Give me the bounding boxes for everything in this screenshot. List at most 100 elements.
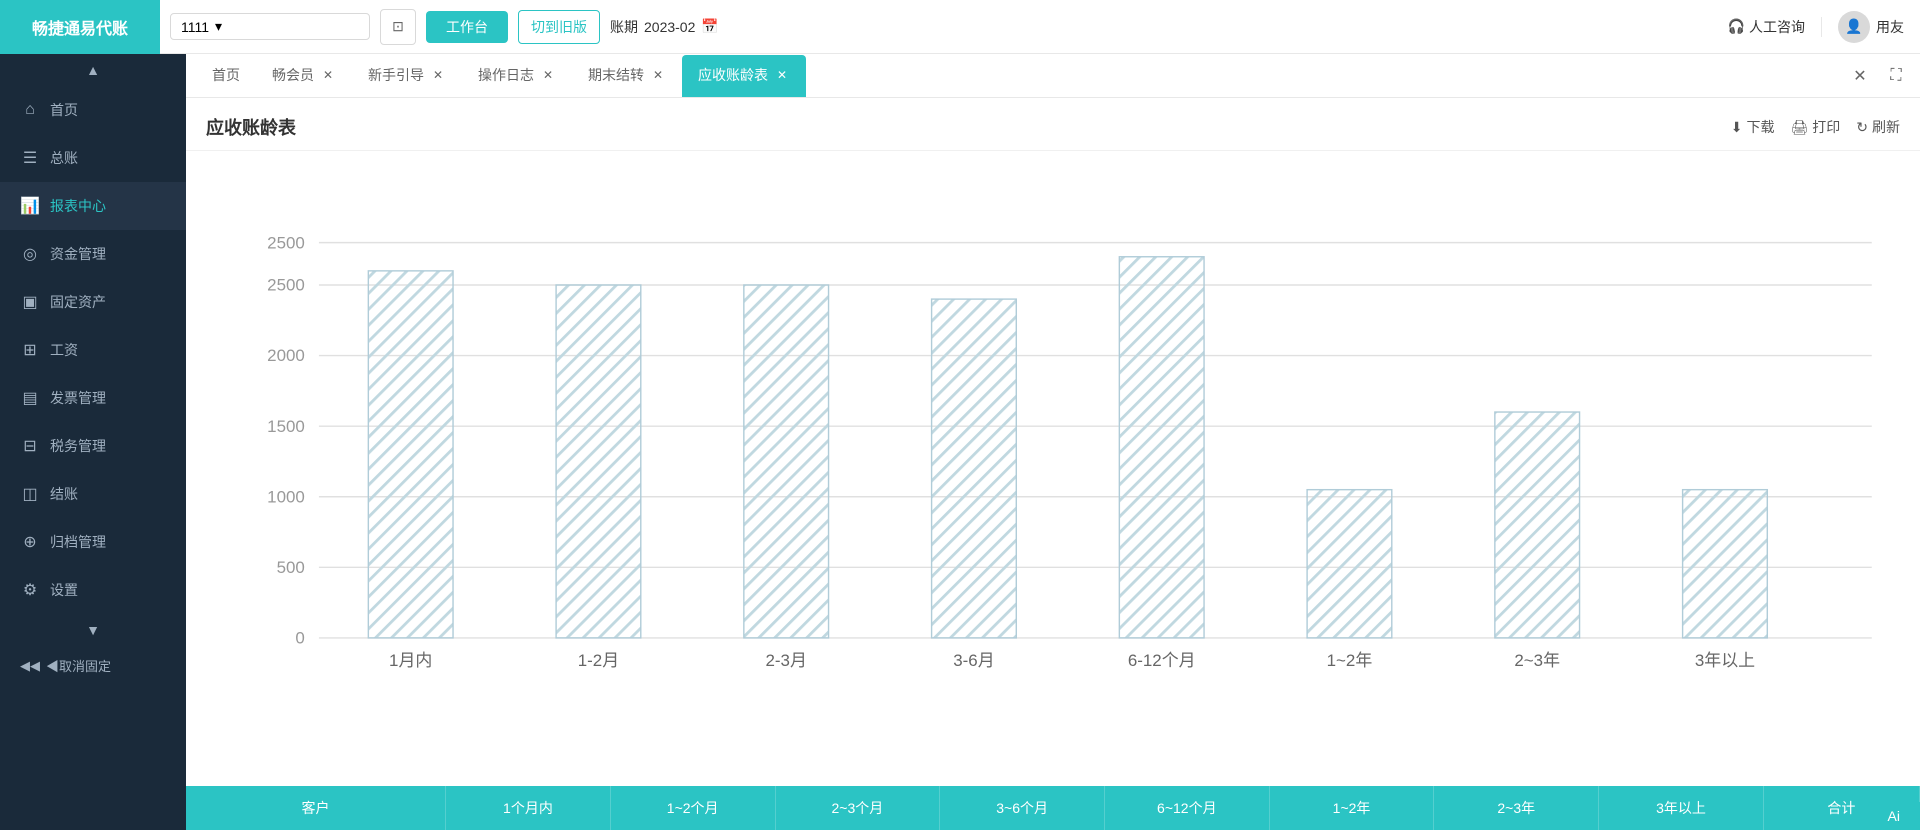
svg-text:2-3月: 2-3月 <box>765 651 806 670</box>
sidebar-item-invoice[interactable]: ▤ 发票管理 <box>0 374 186 422</box>
tab-member[interactable]: 畅会员 ✕ <box>256 55 352 97</box>
switch-version-button[interactable]: 切到旧版 <box>518 10 600 44</box>
user-menu[interactable]: 👤 用友 <box>1838 11 1904 43</box>
table-header: 客户 1个月内 1~2个月 2~3个月 3~6个月 6~12个月 <box>186 786 1920 830</box>
avatar: 👤 <box>1838 11 1870 43</box>
svg-text:500: 500 <box>277 558 305 577</box>
calendar-icon[interactable]: 📅 <box>701 18 718 35</box>
copy-icon: ⊡ <box>392 18 404 35</box>
username: 用友 <box>1876 17 1904 37</box>
sidebar-item-home[interactable]: ⌂ 首页 <box>0 86 186 134</box>
sidebar-item-settings[interactable]: ⚙ 设置 <box>0 566 186 614</box>
tab-close-aging[interactable]: ✕ <box>774 67 790 83</box>
sidebar-item-label: 固定资产 <box>50 292 106 312</box>
sidebar-item-checkout[interactable]: ◫ 结账 <box>0 470 186 518</box>
sidebar-scroll-up[interactable]: ▲ <box>0 54 186 86</box>
tab-label: 畅会员 <box>272 65 314 85</box>
svg-text:2500: 2500 <box>267 233 305 252</box>
sidebar-item-reports[interactable]: 📊 报表中心 <box>0 182 186 230</box>
tab-log[interactable]: 操作日志 ✕ <box>462 55 572 97</box>
funds-icon: ◎ <box>20 244 40 264</box>
tab-close-period-end[interactable]: ✕ <box>650 67 666 83</box>
close-tab-action[interactable]: ✕ <box>1846 62 1874 90</box>
sidebar-item-ledger[interactable]: ☰ 总账 <box>0 134 186 182</box>
chart-area: 0 500 1000 1500 2000 2500 2500 1 <box>186 151 1920 786</box>
user-icon: 👤 <box>1845 18 1862 35</box>
page-content: 应收账龄表 ⬇ 下载 🖨 打印 ↻ 刷新 <box>186 98 1920 830</box>
sidebar-item-label: 发票管理 <box>50 388 106 408</box>
sidebar-item-label: 结账 <box>50 484 78 504</box>
cancel-pin-label: ◀取消固定 <box>46 656 111 675</box>
checkout-icon: ◫ <box>20 484 40 504</box>
salary-icon: ⊞ <box>20 340 40 360</box>
svg-text:3-6月: 3-6月 <box>953 651 994 670</box>
tab-close-guide[interactable]: ✕ <box>430 67 446 83</box>
consult-button[interactable]: 🎧 人工咨询 <box>1728 17 1805 37</box>
svg-text:2500: 2500 <box>267 276 305 295</box>
tab-period-end[interactable]: 期末结转 ✕ <box>572 55 682 97</box>
download-button[interactable]: ⬇ 下载 <box>1731 117 1775 137</box>
col-m1: 1个月内 <box>446 786 611 830</box>
tab-guide[interactable]: 新手引导 ✕ <box>352 55 462 97</box>
tab-close-log[interactable]: ✕ <box>540 67 556 83</box>
tab-label: 操作日志 <box>478 65 534 85</box>
ledger-icon: ☰ <box>20 148 40 168</box>
sidebar-item-label: 税务管理 <box>50 436 106 456</box>
svg-text:1~2年: 1~2年 <box>1327 651 1373 670</box>
page-actions: ⬇ 下载 🖨 打印 ↻ 刷新 <box>1731 117 1900 137</box>
col-customer: 客户 <box>186 786 446 830</box>
print-icon: 🖨 <box>1790 119 1808 136</box>
tab-aging[interactable]: 应收账龄表 ✕ <box>682 55 806 97</box>
tab-close-member[interactable]: ✕ <box>320 67 336 83</box>
sidebar-item-funds[interactable]: ◎ 资金管理 <box>0 230 186 278</box>
col-y2-3: 2~3年 <box>1434 786 1599 830</box>
svg-text:0: 0 <box>295 629 304 648</box>
svg-text:2~3年: 2~3年 <box>1514 651 1560 670</box>
tab-home[interactable]: 首页 <box>196 55 256 97</box>
content-area: 首页 畅会员 ✕ 新手引导 ✕ 操作日志 ✕ 期末结转 ✕ 应收账龄表 ✕ <box>186 54 1920 830</box>
sidebar-item-archive[interactable]: ⊕ 归档管理 <box>0 518 186 566</box>
sidebar-scroll-down[interactable]: ▼ <box>0 614 186 646</box>
aging-chart: 0 500 1000 1500 2000 2500 2500 1 <box>206 171 1900 766</box>
home-icon: ⌂ <box>20 100 40 120</box>
col-m6-12: 6~12个月 <box>1105 786 1270 830</box>
sidebar-item-label: 总账 <box>50 148 78 168</box>
sidebar-item-assets[interactable]: ▣ 固定资产 <box>0 278 186 326</box>
copy-icon-button[interactable]: ⊡ <box>380 9 416 45</box>
svg-text:6-12个月: 6-12个月 <box>1128 651 1196 670</box>
svg-text:1000: 1000 <box>267 487 305 506</box>
main-layout: ▲ ⌂ 首页 ☰ 总账 📊 报表中心 ◎ 资金管理 ▣ 固定资产 ⊞ 工资 ▤ … <box>0 54 1920 830</box>
header-right: 🎧 人工咨询 👤 用友 <box>1728 11 1904 43</box>
headset-icon: 🎧 <box>1728 18 1745 35</box>
assets-icon: ▣ <box>20 292 40 312</box>
ai-badge[interactable]: Ai <box>1868 802 1920 830</box>
col-y1-2: 1~2年 <box>1270 786 1435 830</box>
company-selector[interactable]: 1111 ▾ <box>170 13 370 40</box>
page-header: 应收账龄表 ⬇ 下载 🖨 打印 ↻ 刷新 <box>186 98 1920 151</box>
tab-label: 应收账龄表 <box>698 65 768 85</box>
refresh-button[interactable]: ↻ 刷新 <box>1856 117 1900 137</box>
page-title: 应收账龄表 <box>206 114 296 140</box>
sidebar-item-label: 归档管理 <box>50 532 106 552</box>
sidebar-cancel-pin[interactable]: ◀◀ ◀取消固定 <box>0 646 186 685</box>
tab-label: 新手引导 <box>368 65 424 85</box>
sidebar-item-tax[interactable]: ⊟ 税务管理 <box>0 422 186 470</box>
expand-tab-action[interactable]: ⛶ <box>1882 62 1910 90</box>
period-display: 账期 2023-02 📅 <box>610 17 719 37</box>
sidebar-item-salary[interactable]: ⊞ 工资 <box>0 326 186 374</box>
svg-text:3年以上: 3年以上 <box>1695 651 1755 670</box>
workbench-button[interactable]: 工作台 <box>426 11 508 43</box>
col-m2-3: 2~3个月 <box>776 786 941 830</box>
svg-text:1-2月: 1-2月 <box>578 651 619 670</box>
tab-bar: 首页 畅会员 ✕ 新手引导 ✕ 操作日志 ✕ 期末结转 ✕ 应收账龄表 ✕ <box>186 54 1920 98</box>
app-header: 畅捷通易代账 1111 ▾ ⊡ 工作台 切到旧版 账期 2023-02 📅 🎧 … <box>0 0 1920 54</box>
download-icon: ⬇ <box>1731 119 1743 136</box>
print-button[interactable]: 🖨 打印 <box>1790 117 1840 137</box>
tab-label: 首页 <box>212 65 240 85</box>
period-value: 2023-02 <box>644 19 695 35</box>
chevron-down-icon: ▾ <box>215 18 222 35</box>
company-name: 1111 <box>181 19 209 35</box>
sidebar-item-label: 资金管理 <box>50 244 106 264</box>
col-m1-2: 1~2个月 <box>611 786 776 830</box>
reports-icon: 📊 <box>20 196 40 216</box>
